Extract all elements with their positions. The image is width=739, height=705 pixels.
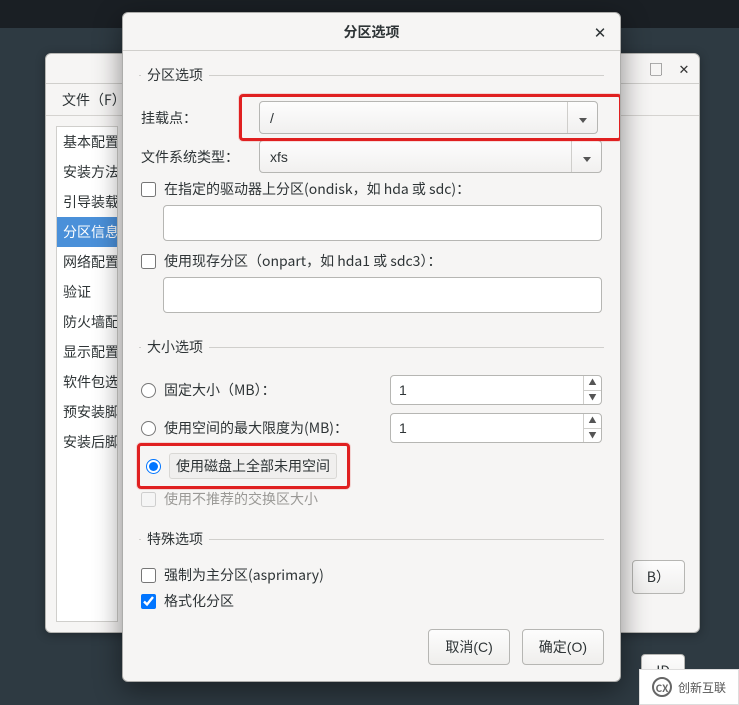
onpart-label: 使用现存分区（onpart，如 hda1 或 sdc3）： — [164, 251, 441, 271]
spin-max[interactable]: ▲▼ — [390, 413, 602, 443]
section-partition-legend: 分区选项 — [141, 65, 209, 85]
onpart-checkbox[interactable] — [141, 254, 156, 269]
sidebar-item-display[interactable]: 显示配置 — [57, 337, 117, 367]
sidebar-item-boot[interactable]: 引导装载 — [57, 187, 117, 217]
chevron-down-icon[interactable] — [571, 141, 601, 172]
section-partition: 分区选项 挂载点： 文件系统类型： — [139, 65, 604, 325]
sidebar-item-install[interactable]: 安装方法 — [57, 157, 117, 187]
mount-combo[interactable] — [259, 101, 598, 134]
sidebar-item-packages[interactable]: 软件包选择 — [57, 367, 117, 397]
onpart-entry[interactable] — [163, 277, 602, 313]
radio-max-label: 使用空间的最大限度为(MB)： — [164, 418, 348, 438]
spin-fixed-stepper[interactable]: ▲▼ — [583, 376, 601, 404]
sidebar-item-prescript[interactable]: 预安装脚本 — [57, 397, 117, 427]
ok-button[interactable]: 确定(O) — [522, 629, 604, 665]
ondisk-checkbox[interactable] — [141, 182, 156, 197]
sidebar-item-auth[interactable]: 验证 — [57, 277, 117, 307]
fs-combo[interactable] — [259, 140, 602, 173]
sidebar-item-postscript[interactable]: 安装后脚本 — [57, 427, 117, 457]
spin-max-input[interactable] — [391, 414, 583, 442]
sidebar-item-partition[interactable]: 分区信息 — [57, 217, 117, 247]
sidebar-item-firewall[interactable]: 防火墙配置 — [57, 307, 117, 337]
sidebar-item-network[interactable]: 网络配置 — [57, 247, 117, 277]
section-size: 大小选项 固定大小（MB）： ▲▼ 使用空间的最大限度为(MB)： ▲▼ — [139, 337, 604, 517]
format-checkbox[interactable] — [141, 594, 156, 609]
sidebar: 基本配置 安装方法 引导装载 分区信息 网络配置 验证 防火墙配置 显示配置 软… — [56, 126, 118, 622]
window-maximize-icon[interactable]: ▢ — [649, 62, 663, 76]
chevron-down-icon[interactable] — [567, 102, 597, 133]
swap-label: 使用不推荐的交换区大小 — [164, 489, 318, 509]
fs-label: 文件系统类型： — [141, 147, 251, 167]
cancel-button[interactable]: 取消(C) — [428, 629, 509, 665]
radio-fixed[interactable] — [141, 383, 156, 398]
ondisk-label: 在指定的驱动器上分区(ondisk，如 hda 或 sdc)： — [164, 179, 470, 199]
background-button-1[interactable]: B） — [632, 560, 685, 594]
swap-checkbox — [141, 492, 156, 507]
sidebar-item-basic[interactable]: 基本配置 — [57, 127, 117, 157]
section-size-legend: 大小选项 — [141, 337, 209, 357]
format-label: 格式化分区 — [164, 591, 234, 611]
ondisk-entry[interactable] — [163, 205, 602, 241]
watermark-text: 创新互联 — [678, 679, 726, 696]
close-icon[interactable]: ✕ — [590, 22, 610, 42]
spin-max-stepper[interactable]: ▲▼ — [583, 414, 601, 442]
section-special-legend: 特殊选项 — [141, 529, 209, 549]
radio-fixed-label: 固定大小（MB）： — [164, 380, 276, 400]
highlight-fill: 使用磁盘上全部未用空间 — [137, 443, 350, 489]
fs-input[interactable] — [260, 141, 571, 172]
window-close-icon[interactable]: ✕ — [677, 62, 691, 76]
asprimary-checkbox[interactable] — [141, 568, 156, 583]
mount-label: 挂载点： — [141, 108, 251, 128]
mount-input[interactable] — [260, 102, 567, 133]
watermark: CX 创新互联 — [639, 669, 739, 705]
section-special: 特殊选项 强制为主分区(asprimary) 格式化分区 — [139, 529, 604, 619]
dialog-title: 分区选项 — [344, 22, 400, 42]
spin-fixed[interactable]: ▲▼ — [390, 375, 602, 405]
spin-fixed-input[interactable] — [391, 376, 583, 404]
asprimary-label: 强制为主分区(asprimary) — [164, 565, 324, 585]
partition-options-dialog: 分区选项 ✕ 分区选项 挂载点： 文件系统类型： — [122, 12, 621, 682]
watermark-logo-icon: CX — [652, 677, 672, 697]
radio-fill[interactable] — [146, 459, 161, 474]
dialog-titlebar: 分区选项 ✕ — [123, 13, 620, 51]
radio-max[interactable] — [141, 421, 156, 436]
radio-fill-label: 使用磁盘上全部未用空间 — [169, 453, 337, 479]
